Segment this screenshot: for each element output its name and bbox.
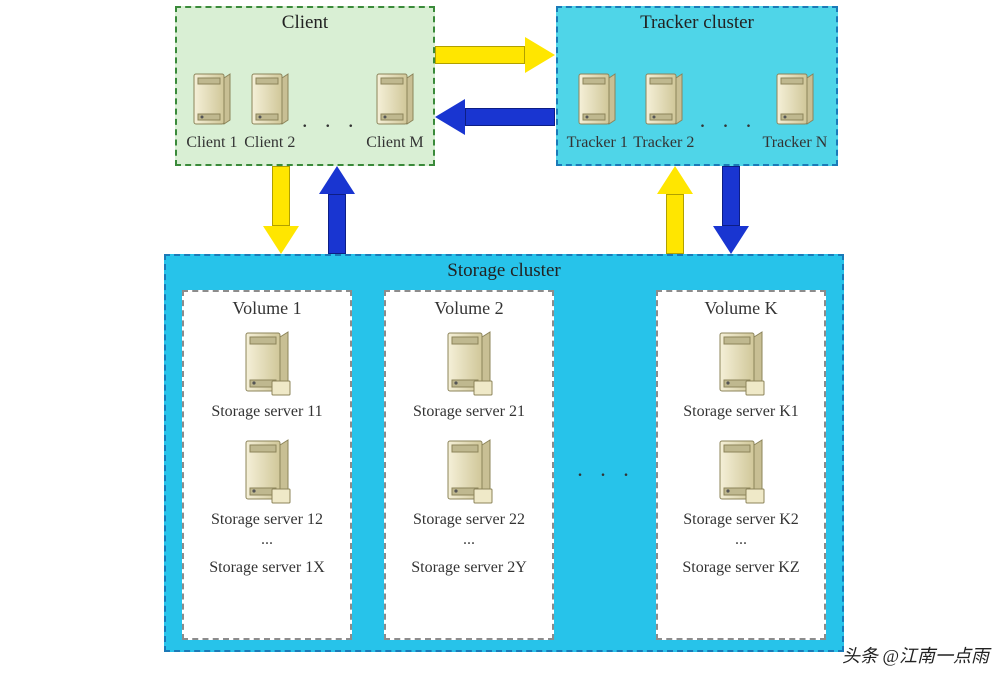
server-label: Storage server 21	[413, 403, 525, 421]
client-server-m: Client M	[366, 68, 423, 152]
storage-server: Storage server 21	[413, 327, 525, 421]
storage-server: Storage server K1	[683, 327, 799, 421]
tracker-server-n: Tracker N	[763, 68, 828, 152]
ellipsis: ...	[261, 531, 273, 549]
storage-cluster: Storage cluster Volume 1 Storage server …	[164, 254, 844, 652]
storage-server: Storage server 22	[413, 435, 525, 529]
volume-title: Volume K	[704, 298, 777, 319]
server-label: Storage server KZ	[682, 559, 799, 577]
server-icon	[440, 327, 498, 401]
storage-server: Storage server 11	[211, 327, 322, 421]
server-icon	[371, 68, 419, 132]
server-label: Storage server K2	[683, 511, 799, 529]
server-label: Storage server 12	[211, 511, 323, 529]
server-label: Client M	[366, 134, 423, 152]
server-label: Storage server 11	[211, 403, 322, 421]
server-label: Tracker 1	[567, 134, 628, 152]
server-icon	[771, 68, 819, 132]
storage-server: Storage server K2	[683, 435, 799, 529]
ellipsis: . . .	[700, 88, 758, 152]
client-cluster: Client Client 1 Client 2 . . . Client M	[175, 6, 435, 166]
ellipsis: ...	[735, 531, 747, 549]
tracker-title: Tracker cluster	[558, 8, 836, 36]
server-icon	[246, 68, 294, 132]
server-icon	[188, 68, 236, 132]
server-label: Storage server 2Y	[411, 559, 527, 577]
watermark: 头条 @江南一点雨	[842, 642, 989, 668]
server-icon	[238, 327, 296, 401]
tracker-server-2: Tracker 2	[633, 68, 694, 152]
server-icon	[238, 435, 296, 509]
volume-1: Volume 1 Storage server 11 Storage serve…	[182, 290, 352, 640]
server-label: Client 2	[244, 134, 295, 152]
volume-title: Volume 2	[434, 298, 503, 319]
server-label: Tracker N	[763, 134, 828, 152]
storage-title: Storage cluster	[166, 256, 842, 284]
volume-title: Volume 1	[232, 298, 301, 319]
server-label: Tracker 2	[633, 134, 694, 152]
volume-ellipsis: . . .	[566, 456, 646, 482]
server-icon	[712, 435, 770, 509]
client-server-1: Client 1	[186, 68, 237, 152]
client-server-2: Client 2	[244, 68, 295, 152]
volume-2: Volume 2 Storage server 21 Storage serve…	[384, 290, 554, 640]
server-label: Client 1	[186, 134, 237, 152]
ellipsis: . . .	[302, 88, 360, 152]
ellipsis: ...	[463, 531, 475, 549]
server-icon	[440, 435, 498, 509]
volume-k: Volume K Storage server K1 Storage serve…	[656, 290, 826, 640]
server-icon	[573, 68, 621, 132]
tracker-server-1: Tracker 1	[567, 68, 628, 152]
client-title: Client	[177, 8, 433, 36]
server-label: Storage server 1X	[209, 559, 325, 577]
storage-server: Storage server 12	[211, 435, 323, 529]
server-icon	[640, 68, 688, 132]
server-label: Storage server 22	[413, 511, 525, 529]
server-label: Storage server K1	[683, 403, 799, 421]
server-icon	[712, 327, 770, 401]
tracker-cluster: Tracker cluster Tracker 1 Tracker 2 . . …	[556, 6, 838, 166]
